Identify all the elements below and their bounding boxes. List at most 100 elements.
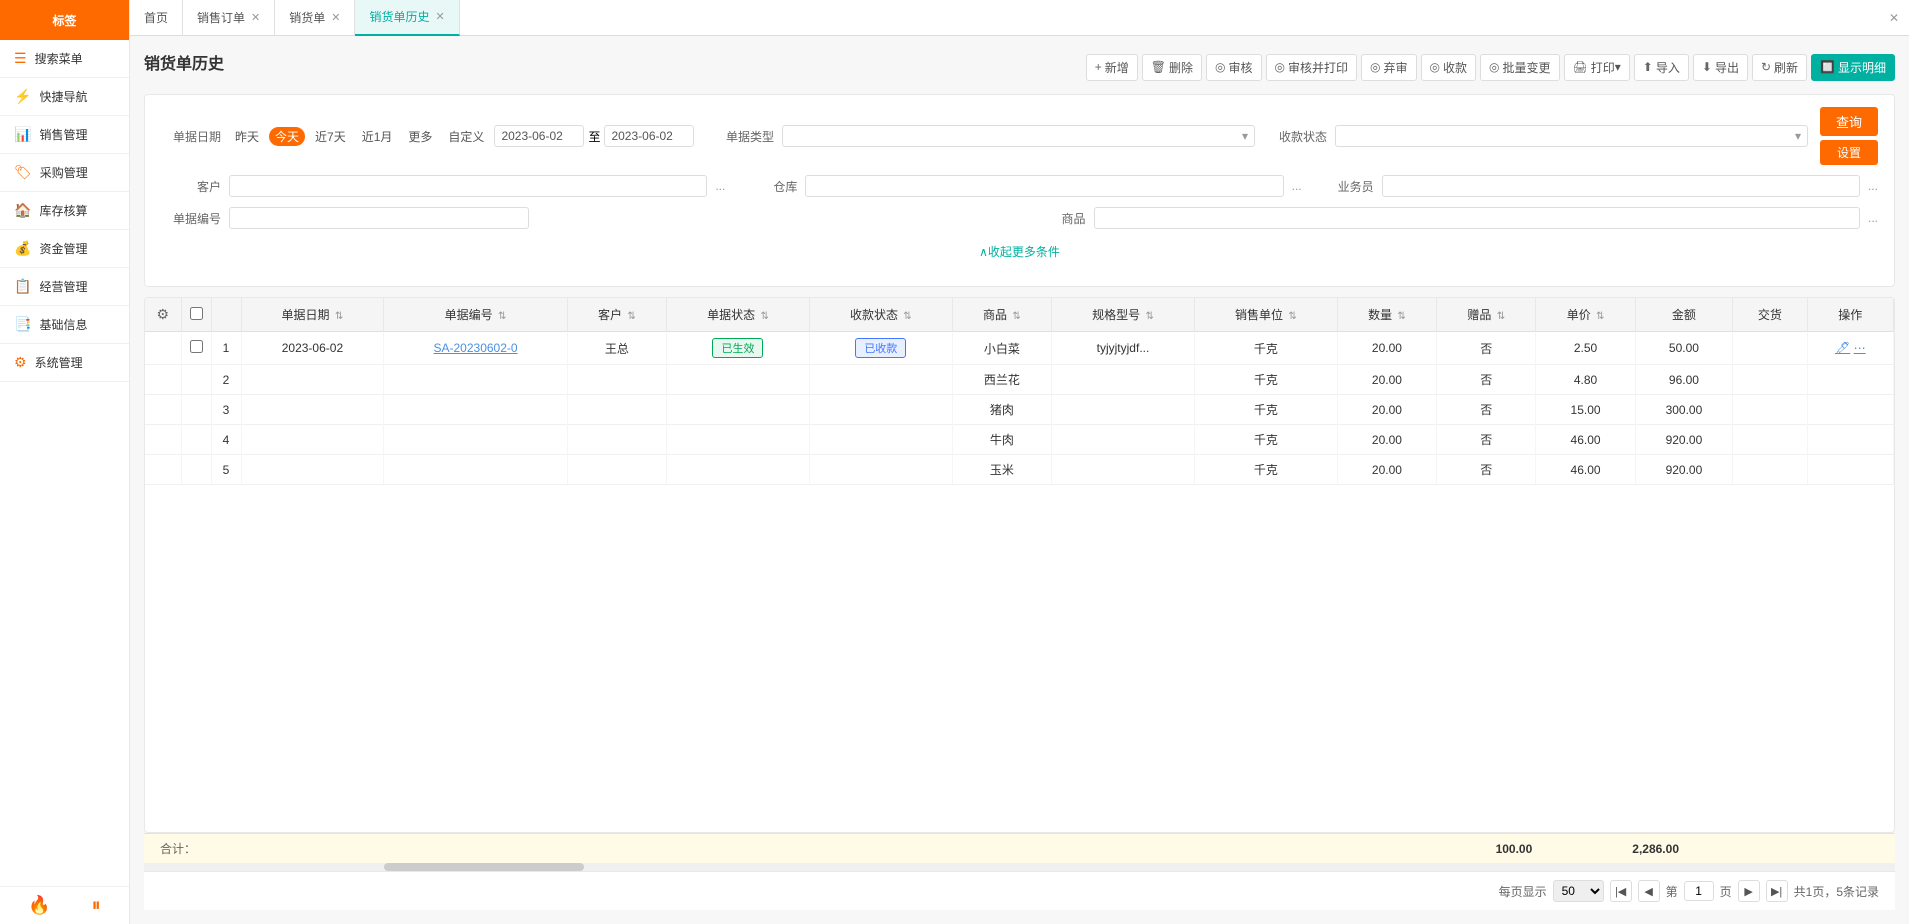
checkbox-cell[interactable] bbox=[181, 365, 211, 395]
qty-column[interactable]: 数量 ⇅ bbox=[1337, 298, 1436, 332]
warehouse-input[interactable] bbox=[805, 175, 1283, 197]
select-all-checkbox[interactable] bbox=[190, 307, 203, 320]
goods-label: 商品 bbox=[1026, 210, 1086, 227]
gear-column[interactable]: ⚙ bbox=[145, 298, 181, 332]
staff-input[interactable] bbox=[1382, 175, 1860, 197]
doc-num-label: 单据编号 bbox=[161, 210, 221, 227]
settings-button[interactable]: 设置 bbox=[1820, 140, 1878, 165]
abandon-button[interactable]: ◎ 弃审 bbox=[1361, 54, 1417, 81]
close-window-btn[interactable]: ✕ bbox=[1879, 11, 1909, 25]
print-button[interactable]: 🖨 打印 ▾ bbox=[1564, 54, 1630, 81]
sidebar-item-inventory[interactable]: 🏠 库存核算 bbox=[0, 192, 129, 230]
today-shortcut[interactable]: 今天 bbox=[269, 127, 305, 146]
sidebar-item-purchase-mgmt[interactable]: 🏷 采购管理 bbox=[0, 154, 129, 192]
doc-num-link[interactable]: SA-20230602-0 bbox=[434, 341, 518, 355]
customer-column[interactable]: 客户 ⇅ bbox=[567, 298, 666, 332]
checkbox-cell[interactable] bbox=[181, 425, 211, 455]
tab-sales-history[interactable]: 销货单历史 ✕ bbox=[355, 0, 459, 36]
date-column[interactable]: 单据日期 ⇅ bbox=[241, 298, 384, 332]
next-page-btn[interactable]: ▶ bbox=[1738, 880, 1760, 902]
review-print-button[interactable]: ◎ 审核并打印 bbox=[1266, 54, 1358, 81]
custom-shortcut[interactable]: 自定义 bbox=[442, 127, 490, 146]
goods-filter-group: 商品 ... bbox=[1026, 207, 1879, 229]
doc-num-cell[interactable]: SA-20230602-0 bbox=[384, 332, 567, 365]
collapse-button[interactable]: ∧ 收起更多条件 bbox=[975, 239, 1064, 264]
batch-change-button[interactable]: ◎ 批量变更 bbox=[1480, 54, 1560, 81]
show-detail-button[interactable]: 🔲 显示明细 bbox=[1811, 54, 1895, 81]
refresh-button[interactable]: ↻ 刷新 bbox=[1752, 54, 1807, 81]
sidebar-item-system-mgmt[interactable]: ⚙ 系统管理 bbox=[0, 344, 129, 382]
doc-status-column[interactable]: 单据状态 ⇅ bbox=[667, 298, 810, 332]
customer-input[interactable] bbox=[229, 175, 707, 197]
more-action[interactable]: ⋯ bbox=[1854, 341, 1866, 355]
import-button[interactable]: ⬆ 导入 bbox=[1634, 54, 1689, 81]
tab-close-sales-history[interactable]: ✕ bbox=[436, 10, 445, 23]
gift-cell: 否 bbox=[1437, 365, 1536, 395]
customer-dots[interactable]: ... bbox=[715, 179, 725, 193]
tab-home[interactable]: 首页 bbox=[130, 0, 183, 36]
search-menu-icon: ☰ bbox=[14, 50, 27, 67]
gear-icon[interactable]: ⚙ bbox=[156, 306, 169, 322]
yesterday-shortcut[interactable]: 昨天 bbox=[229, 127, 265, 146]
customer-cell bbox=[567, 395, 666, 425]
sidebar-item-finance[interactable]: 💰 资金管理 bbox=[0, 230, 129, 268]
sidebar-item-operations[interactable]: 📋 经营管理 bbox=[0, 268, 129, 306]
7days-shortcut[interactable]: 近7天 bbox=[309, 127, 352, 146]
scrollbar-thumb[interactable] bbox=[384, 863, 584, 871]
sidebar-item-basic-info[interactable]: 📑 基础信息 bbox=[0, 306, 129, 344]
doc-type-select[interactable]: ▾ bbox=[782, 125, 1255, 147]
row-num-cell: 5 bbox=[211, 455, 241, 485]
last-page-btn[interactable]: ▶| bbox=[1766, 880, 1788, 902]
finance-icon: 💰 bbox=[14, 240, 31, 257]
tab-sales-goods[interactable]: 销货单 ✕ bbox=[275, 0, 355, 36]
prev-page-btn[interactable]: ◀ bbox=[1638, 880, 1660, 902]
tab-sales-order[interactable]: 销售订单 ✕ bbox=[183, 0, 275, 36]
first-page-btn[interactable]: |◀ bbox=[1610, 880, 1632, 902]
staff-dots[interactable]: ... bbox=[1868, 179, 1878, 193]
spec-column[interactable]: 规格型号 ⇅ bbox=[1052, 298, 1195, 332]
action-cell bbox=[1807, 395, 1893, 425]
sidebar-item-label: 经营管理 bbox=[39, 278, 87, 295]
warehouse-dots[interactable]: ... bbox=[1292, 179, 1302, 193]
doc-status-badge: 已生效 bbox=[712, 338, 763, 358]
checkbox-cell[interactable] bbox=[181, 332, 211, 365]
export-button[interactable]: ⬇ 导出 bbox=[1693, 54, 1748, 81]
goods-dots[interactable]: ... bbox=[1868, 211, 1878, 225]
sidebar-item-search-menu[interactable]: ☰ 搜索菜单 bbox=[0, 40, 129, 78]
checkbox-cell[interactable] bbox=[181, 455, 211, 485]
delete-button[interactable]: 🗑 删除 bbox=[1142, 54, 1202, 81]
tab-close-sales-goods[interactable]: ✕ bbox=[331, 11, 340, 24]
goods-input[interactable] bbox=[1094, 207, 1860, 229]
new-button[interactable]: + 新增 bbox=[1086, 54, 1138, 81]
edit-action[interactable]: 🖊 bbox=[1835, 341, 1850, 355]
pay-status-column[interactable]: 收款状态 ⇅ bbox=[809, 298, 952, 332]
doc-num-input[interactable] bbox=[229, 207, 529, 229]
checkbox-column[interactable] bbox=[181, 298, 211, 332]
payment-status-select[interactable]: ▾ bbox=[1335, 125, 1808, 147]
tab-close-sales-order[interactable]: ✕ bbox=[251, 11, 260, 24]
page-input[interactable] bbox=[1684, 881, 1714, 901]
row-checkbox[interactable] bbox=[190, 340, 203, 353]
sidebar-item-sales-mgmt[interactable]: 📊 销售管理 bbox=[0, 116, 129, 154]
horizontal-scrollbar[interactable] bbox=[144, 863, 1895, 871]
collect-button[interactable]: ◎ 收款 bbox=[1421, 54, 1477, 81]
fire-icon[interactable]: 🔥 bbox=[28, 895, 50, 916]
more-shortcut[interactable]: 更多 bbox=[402, 127, 438, 146]
price-column[interactable]: 单价 ⇅ bbox=[1536, 298, 1635, 332]
sidebar-item-quick-nav[interactable]: ⚡ 快捷导航 bbox=[0, 78, 129, 116]
1month-shortcut[interactable]: 近1月 bbox=[356, 127, 399, 146]
query-button[interactable]: 查询 bbox=[1820, 107, 1878, 136]
date-to-input[interactable] bbox=[604, 125, 694, 147]
unit-column[interactable]: 销售单位 ⇅ bbox=[1194, 298, 1337, 332]
quick-nav-icon: ⚡ bbox=[14, 88, 31, 105]
date-from-input[interactable] bbox=[494, 125, 584, 147]
gift-column[interactable]: 赠品 ⇅ bbox=[1437, 298, 1536, 332]
goods-column[interactable]: 商品 ⇅ bbox=[952, 298, 1051, 332]
pause-icon[interactable]: ⏸ bbox=[92, 895, 101, 916]
staff-filter-value: ... bbox=[1382, 175, 1878, 197]
action-cell[interactable]: 🖊 ⋯ bbox=[1807, 332, 1893, 365]
doc-num-column[interactable]: 单据编号 ⇅ bbox=[384, 298, 567, 332]
per-page-select[interactable]: 50 100 200 bbox=[1553, 880, 1604, 902]
checkbox-cell[interactable] bbox=[181, 395, 211, 425]
review-button[interactable]: ◎ 审核 bbox=[1206, 54, 1262, 81]
